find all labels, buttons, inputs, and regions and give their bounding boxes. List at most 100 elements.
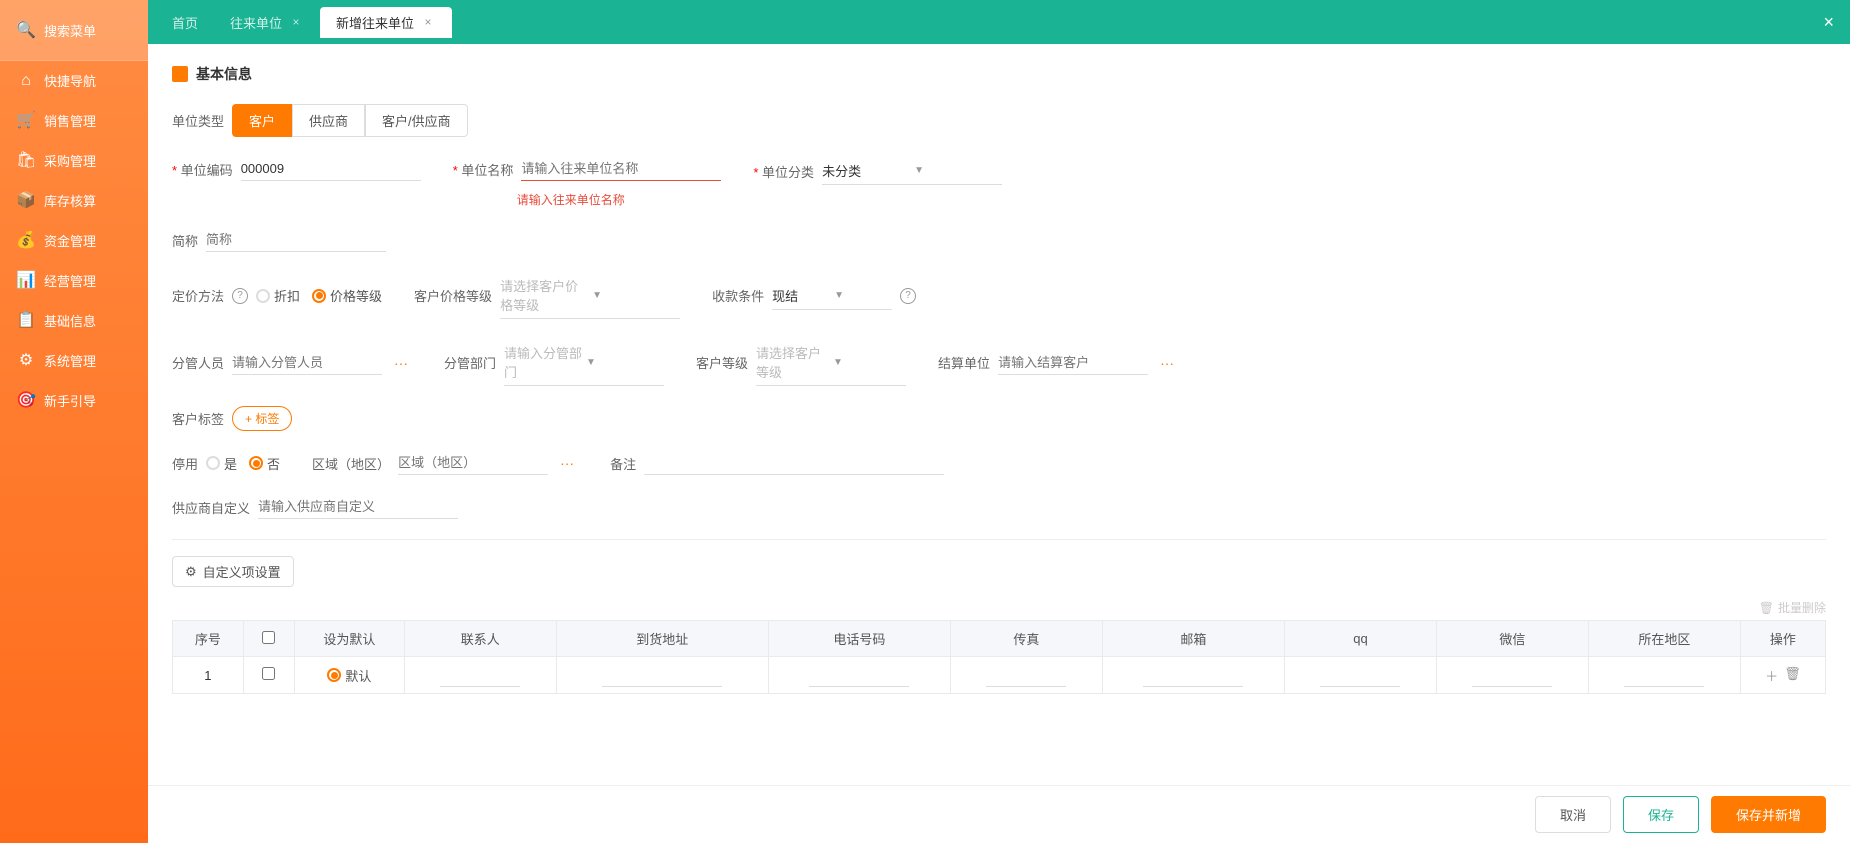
- phone-input[interactable]: [809, 663, 909, 687]
- add-tag-button[interactable]: + 标签: [232, 406, 292, 431]
- abbr-input[interactable]: [206, 228, 386, 252]
- supplier-custom-input[interactable]: [258, 495, 458, 519]
- add-row-btn[interactable]: ＋: [1765, 666, 1778, 685]
- sidebar-item-system[interactable]: ⚙ 系统管理: [0, 340, 148, 380]
- sidebar-search[interactable]: 🔍 搜索菜单: [0, 0, 148, 61]
- tab-home[interactable]: 首页: [156, 7, 214, 38]
- customer-level-select[interactable]: 请选择客户等级 ▼: [756, 339, 906, 386]
- payment-help-icon[interactable]: ?: [900, 288, 916, 304]
- customer-price-label: 客户价格等级: [414, 286, 492, 305]
- search-icon: 🔍: [16, 20, 36, 40]
- tab-new-partner[interactable]: 新增往来单位 ×: [320, 7, 452, 38]
- region-label: 区域（地区）: [312, 454, 390, 473]
- customer-tag-label: 客户标签: [172, 409, 224, 428]
- field-region: 区域（地区） ···: [312, 451, 578, 475]
- form-row-code-name: 单位编码 单位名称 请输入往来单位名称 单位分类 未分类 ▼: [172, 157, 1826, 208]
- pricing-help-icon[interactable]: ?: [232, 288, 248, 304]
- table-header-row: 序号 设为默认 联系人 到货地址 电话号码 传真 邮箱 qq 微信 所在地区 操…: [173, 621, 1826, 657]
- form-row-disable: 停用 是 否 区域（地区） ···: [172, 451, 1826, 475]
- manager-more-btn[interactable]: ···: [390, 355, 412, 371]
- close-new-partner-tab[interactable]: ×: [420, 14, 436, 30]
- settlement-more-btn[interactable]: ···: [1156, 355, 1178, 371]
- field-disable: 停用 是 否: [172, 454, 280, 473]
- manager-input[interactable]: [232, 351, 382, 375]
- customer-price-select[interactable]: 请选择客户价格等级 ▼: [500, 272, 680, 319]
- unit-category-select[interactable]: 未分类 ▼: [822, 157, 1002, 185]
- email-input[interactable]: [1143, 663, 1243, 687]
- tab-partners[interactable]: 往来单位 ×: [214, 7, 320, 38]
- unit-type-group: 客户 供应商 客户/供应商: [232, 104, 468, 137]
- field-remark: 备注: [610, 451, 944, 475]
- row-phone[interactable]: [768, 657, 950, 694]
- row-region[interactable]: [1588, 657, 1740, 694]
- form-section: 单位类型 客户 供应商 客户/供应商 单位编码 单位名称: [172, 104, 1826, 694]
- batch-delete-icon: 🗑: [1759, 601, 1774, 615]
- btn-supplier[interactable]: 供应商: [292, 104, 365, 137]
- fax-input[interactable]: [986, 663, 1066, 687]
- col-default: 设为默认: [294, 621, 404, 657]
- sidebar-item-quicknav[interactable]: ⌂ 快捷导航: [0, 61, 148, 100]
- abbr-label: 简称: [172, 231, 198, 250]
- contact-input[interactable]: [440, 663, 520, 687]
- gear-settings-icon: ⚙: [185, 564, 197, 580]
- batch-delete-label[interactable]: 批量删除: [1778, 599, 1826, 616]
- row-wechat[interactable]: [1436, 657, 1588, 694]
- save-new-button[interactable]: 保存并新增: [1711, 796, 1826, 833]
- sidebar-item-inventory[interactable]: 📦 库存核算: [0, 180, 148, 220]
- cart-icon: 🛒: [16, 110, 36, 130]
- row-default-radio[interactable]: 默认: [305, 666, 394, 685]
- select-all-checkbox[interactable]: [262, 631, 275, 644]
- close-partners-tab[interactable]: ×: [288, 14, 304, 30]
- field-pricing-method: 定价方法 ? 折扣 价格等级: [172, 286, 382, 305]
- sidebar-item-finance[interactable]: 💰 资金管理: [0, 220, 148, 260]
- unit-code-input[interactable]: [241, 157, 421, 181]
- radio-yes[interactable]: 是: [206, 454, 237, 473]
- radio-price-level[interactable]: 价格等级: [312, 286, 382, 305]
- region-table-input[interactable]: [1624, 663, 1704, 687]
- address-input[interactable]: [602, 663, 722, 687]
- row-contact[interactable]: [404, 657, 556, 694]
- col-address: 到货地址: [556, 621, 768, 657]
- radio-price-level-circle: [312, 289, 326, 303]
- save-button[interactable]: 保存: [1623, 796, 1699, 833]
- pricing-radio-group: 折扣 价格等级: [256, 286, 382, 305]
- qq-input[interactable]: [1320, 663, 1400, 687]
- sidebar-item-guide[interactable]: 🎯 新手引导: [0, 380, 148, 420]
- region-more-btn[interactable]: ···: [556, 455, 578, 471]
- department-select[interactable]: 请输入分管部门 ▼: [504, 339, 664, 386]
- region-input[interactable]: [398, 451, 548, 475]
- close-all-tabs[interactable]: ×: [1815, 8, 1842, 37]
- radio-no[interactable]: 否: [249, 454, 280, 473]
- field-payment-terms: 收款条件 现结 ▼ ?: [712, 282, 916, 310]
- supplier-custom-label: 供应商自定义: [172, 498, 250, 517]
- custom-settings-button[interactable]: ⚙ 自定义项设置: [172, 556, 294, 587]
- sidebar-item-search[interactable]: 🔍 搜索菜单: [0, 10, 148, 50]
- row-address[interactable]: [556, 657, 768, 694]
- row-email[interactable]: [1102, 657, 1284, 694]
- form-row-unit-type: 单位类型 客户 供应商 客户/供应商: [172, 104, 1826, 137]
- sidebar-item-sales[interactable]: 🛒 销售管理: [0, 100, 148, 140]
- cancel-button[interactable]: 取消: [1535, 796, 1611, 833]
- delete-row-btn[interactable]: 🗑: [1784, 666, 1801, 685]
- col-region: 所在地区: [1588, 621, 1740, 657]
- chevron-down-icon: ▼: [914, 165, 1002, 176]
- sidebar-item-purchase[interactable]: 🛍 采购管理: [0, 140, 148, 180]
- section-header-basic: 基本信息: [172, 64, 1826, 84]
- field-settlement: 结算单位 ···: [938, 351, 1178, 375]
- unit-code-label: 单位编码: [172, 160, 233, 179]
- tab-bar: 首页 往来单位 × 新增往来单位 × ×: [148, 0, 1850, 44]
- row-checkbox-1[interactable]: [262, 667, 275, 680]
- btn-both[interactable]: 客户/供应商: [365, 104, 468, 137]
- wechat-input[interactable]: [1472, 663, 1552, 687]
- btn-customer[interactable]: 客户: [232, 104, 292, 137]
- sidebar-item-operations[interactable]: 📊 经营管理: [0, 260, 148, 300]
- payment-terms-select[interactable]: 现结 ▼: [772, 282, 892, 310]
- radio-discount[interactable]: 折扣: [256, 286, 300, 305]
- settlement-input[interactable]: [998, 351, 1148, 375]
- section-icon: [172, 66, 188, 82]
- row-qq[interactable]: [1284, 657, 1436, 694]
- row-fax[interactable]: [950, 657, 1102, 694]
- sidebar-item-basic[interactable]: 📋 基础信息: [0, 300, 148, 340]
- remark-input[interactable]: [644, 451, 944, 475]
- unit-name-input[interactable]: [521, 157, 721, 181]
